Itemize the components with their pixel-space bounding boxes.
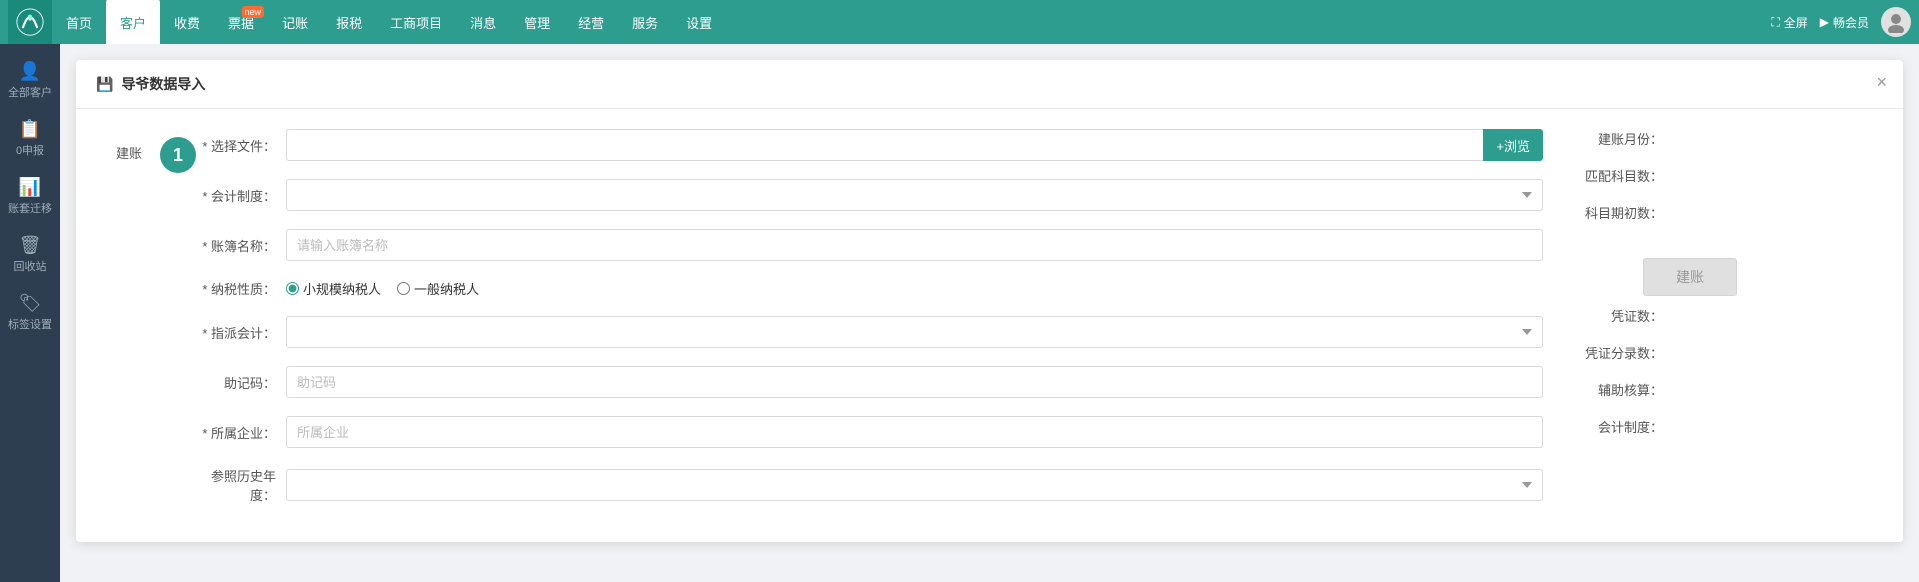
step-label: 建账 <box>116 143 142 162</box>
sidebar: 👤 全部客户 📋 0申报 📊 账套迁移 🗑 回收站 🏷 标签设置 <box>0 44 60 582</box>
tax-small-option[interactable]: 小规模纳税人 <box>286 279 381 298</box>
accounting-system-select-wrap <box>286 179 1543 211</box>
migrate-icon: 📊 <box>19 178 41 196</box>
accountant-select-wrap <box>286 316 1543 348</box>
tax-type-radio-group: 小规模纳税人 一般纳税人 <box>286 279 1543 298</box>
voucher-entries-label: 凭证分录数： <box>1583 343 1673 362</box>
nav-right: ⛶ 全屏 ▶ 畅会员 <box>1771 7 1911 37</box>
voucher-label: 凭证数： <box>1583 306 1673 325</box>
nav-item-manage[interactable]: 管理 <box>510 0 564 44</box>
sidebar-item-declare[interactable]: 📋 0申报 <box>0 110 60 168</box>
sidebar-item-recycle[interactable]: 🗑 回收站 <box>0 226 60 284</box>
file-input-group: +浏览 <box>286 129 1543 161</box>
tax-small-label: 小规模纳税人 <box>303 279 381 298</box>
history-year-select[interactable] <box>286 469 1543 501</box>
layout: 👤 全部客户 📋 0申报 📊 账套迁移 🗑 回收站 🏷 标签设置 💾 导爷数据导… <box>0 44 1919 582</box>
nav-item-message[interactable]: 消息 <box>456 0 510 44</box>
tax-small-radio[interactable] <box>286 282 299 295</box>
history-year-row: 参照历史年度： <box>196 466 1543 504</box>
tax-type-label: * 纳税性质： <box>196 279 286 298</box>
accountant-row: * 指派会计： <box>196 316 1543 348</box>
file-label: * 选择文件： <box>196 136 286 155</box>
account-name-input[interactable] <box>286 229 1543 261</box>
fullscreen-button[interactable]: ⛶ 全屏 <box>1771 14 1807 31</box>
file-row: * 选择文件： +浏览 <box>196 129 1543 161</box>
nav-item-operation[interactable]: 经营 <box>564 0 618 44</box>
file-input[interactable] <box>286 129 1483 161</box>
voucher-row: 凭证数： <box>1583 306 1863 325</box>
sidebar-item-tag-settings[interactable]: 🏷 标签设置 <box>0 284 60 342</box>
tax-general-radio[interactable] <box>397 282 410 295</box>
accounting-system-select[interactable] <box>286 179 1543 211</box>
account-name-label: * 账簿名称： <box>196 236 286 255</box>
person-icon: 👤 <box>19 62 41 80</box>
tax-type-row: * 纳税性质： 小规模纳税人 一般纳税人 <box>196 279 1543 298</box>
sidebar-item-migrate[interactable]: 📊 账套迁移 <box>0 168 60 226</box>
memo-input[interactable] <box>286 366 1543 398</box>
month-row: 建账月份： <box>1583 129 1863 148</box>
nav-item-home[interactable]: 首页 <box>52 0 106 44</box>
nav-item-charge[interactable]: 收费 <box>160 0 214 44</box>
form-left: 建账 1 <box>116 129 196 522</box>
trash-icon: 🗑 <box>19 236 42 254</box>
account-name-row: * 账簿名称： <box>196 229 1543 261</box>
browse-button[interactable]: +浏览 <box>1483 129 1543 161</box>
main-content: 💾 导爷数据导入 × 建账 1 * 选择文件： <box>60 44 1919 582</box>
voucher-entries-row: 凭证分录数： <box>1583 343 1863 362</box>
accounting-system-label: * 会计制度： <box>196 186 286 205</box>
accountant-label: * 指派会计： <box>196 323 286 342</box>
aux-label: 辅助核算： <box>1583 380 1673 399</box>
match-row: 匹配科目数： <box>1583 166 1863 185</box>
history-year-select-wrap <box>286 469 1543 501</box>
step-badge: 1 <box>160 137 196 173</box>
declare-icon: 📋 <box>19 120 41 138</box>
memo-row: 助记码： <box>196 366 1543 398</box>
nav-item-bizproject[interactable]: 工商项目 <box>376 0 456 44</box>
vip-button[interactable]: ▶ 畅会员 <box>1820 14 1869 31</box>
match-label: 匹配科目数： <box>1583 166 1673 185</box>
new-badge: new <box>242 6 265 18</box>
initial-row: 科目期初数： <box>1583 203 1863 222</box>
import-icon: 💾 <box>96 76 113 93</box>
nav-item-bookkeeping[interactable]: 记账 <box>268 0 322 44</box>
accounting-system-info-row: 会计制度： <box>1583 417 1863 436</box>
tax-general-label: 一般纳税人 <box>414 279 479 298</box>
nav-item-settings[interactable]: 设置 <box>672 0 726 44</box>
nav-item-invoice[interactable]: 票据 new <box>214 0 268 44</box>
fullscreen-icon: ⛶ <box>1771 15 1779 30</box>
play-icon: ▶ <box>1820 15 1829 29</box>
dialog-body: 建账 1 * 选择文件： +浏览 * 会计制度 <box>76 109 1903 542</box>
sidebar-item-all-customers[interactable]: 👤 全部客户 <box>0 52 60 110</box>
month-label: 建账月份： <box>1583 129 1673 148</box>
company-input[interactable] <box>286 416 1543 448</box>
initial-label: 科目期初数： <box>1583 203 1673 222</box>
dialog-title: 导爷数据导入 <box>121 74 205 94</box>
nav-item-service[interactable]: 服务 <box>618 0 672 44</box>
info-panel: 建账月份： 匹配科目数： 科目期初数： 建账 <box>1543 129 1863 522</box>
dialog: 💾 导爷数据导入 × 建账 1 * 选择文件： <box>76 60 1903 542</box>
top-nav: 首页 客户 收费 票据 new 记账 报税 工商项目 消息 管理 经营 服务 设… <box>0 0 1919 44</box>
form-section: * 选择文件： +浏览 * 会计制度： <box>196 129 1543 522</box>
logo <box>8 0 52 44</box>
nav-item-customer[interactable]: 客户 <box>106 0 160 44</box>
aux-row: 辅助核算： <box>1583 380 1863 399</box>
memo-label: 助记码： <box>196 373 286 392</box>
company-row: * 所属企业： <box>196 416 1543 448</box>
company-label: * 所属企业： <box>196 423 286 442</box>
avatar[interactable] <box>1881 7 1911 37</box>
history-year-label: 参照历史年度： <box>196 466 286 504</box>
accounting-system-info-label: 会计制度： <box>1583 417 1673 436</box>
tag-icon: 🏷 <box>19 294 42 312</box>
create-account-button[interactable]: 建账 <box>1643 258 1737 296</box>
nav-item-tax[interactable]: 报税 <box>322 0 376 44</box>
close-button[interactable]: × <box>1876 72 1887 93</box>
accountant-select[interactable] <box>286 316 1543 348</box>
dialog-header: 💾 导爷数据导入 × <box>76 60 1903 109</box>
accounting-system-row: * 会计制度： <box>196 179 1543 211</box>
tax-general-option[interactable]: 一般纳税人 <box>397 279 479 298</box>
